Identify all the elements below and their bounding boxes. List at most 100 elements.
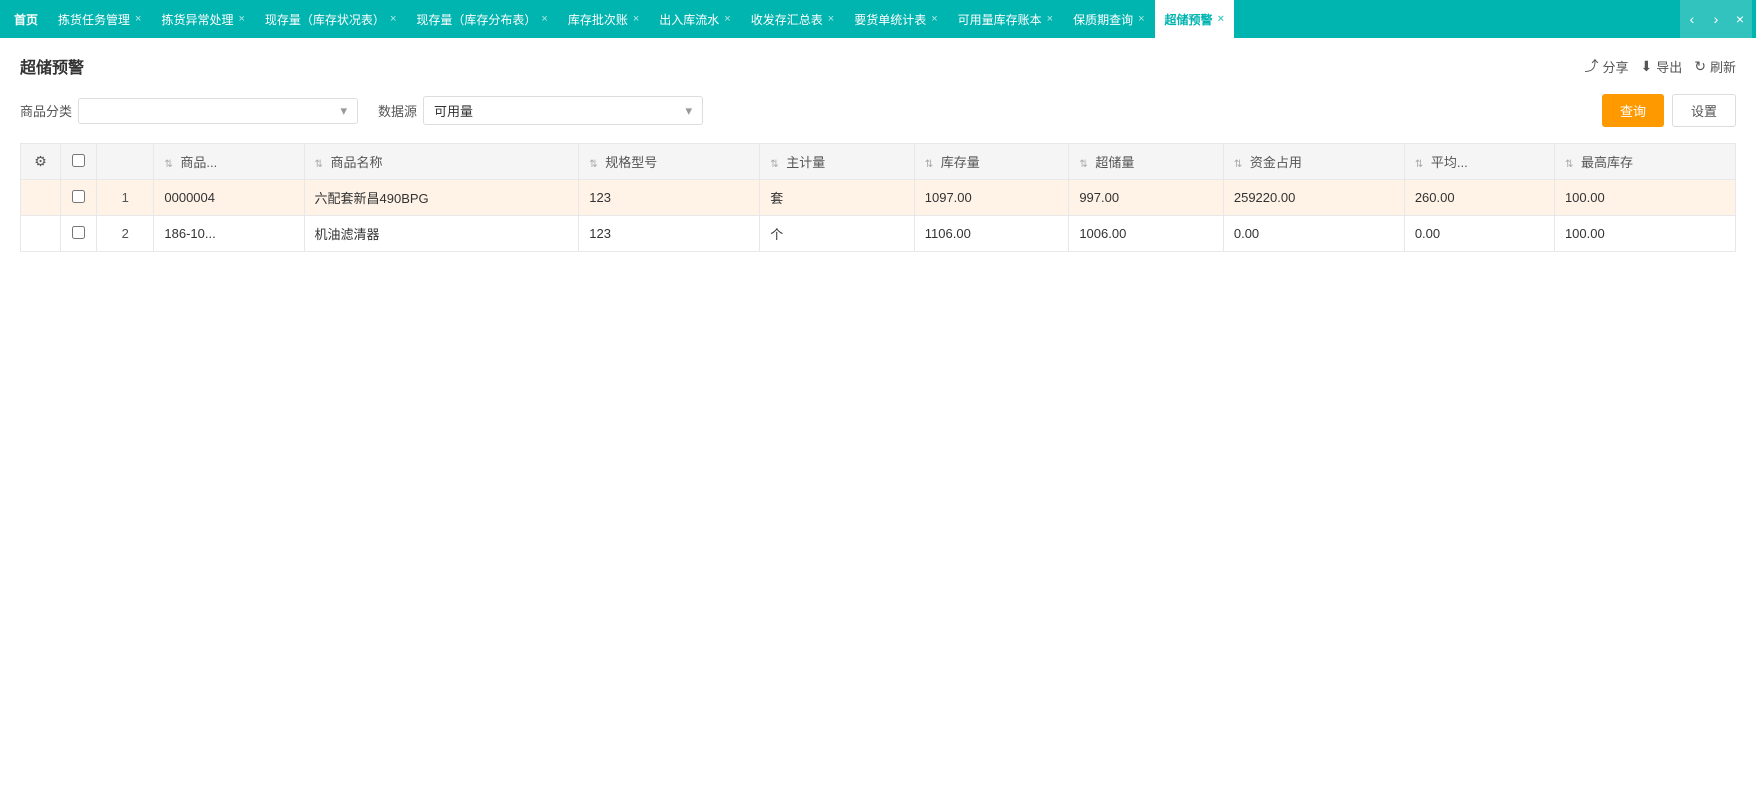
close-icon[interactable]: × — [1138, 13, 1144, 25]
query-button[interactable]: 查询 — [1602, 94, 1664, 127]
table-row: 2 186-10... 机油滤清器 123 个 1106.00 1006.00 … — [21, 216, 1736, 252]
export-label: 导出 — [1656, 57, 1682, 76]
row-number: 1 — [97, 180, 154, 216]
select-all-checkbox[interactable] — [72, 154, 85, 167]
datasource-value: 可用量 — [434, 101, 473, 120]
close-icon[interactable]: × — [828, 13, 834, 25]
export-button[interactable]: ⬇ 导出 — [1641, 57, 1683, 76]
row-unit: 套 — [760, 180, 915, 216]
close-icon[interactable]: × — [135, 13, 141, 25]
sort-icon: ⇅ — [1565, 159, 1573, 170]
nav-tab-avail-stock[interactable]: 可用量库存账本 × — [948, 0, 1063, 38]
nav-tab-avail-stock-label: 可用量库存账本 — [958, 11, 1042, 28]
row-avg: 0.00 — [1404, 216, 1554, 252]
nav-tab-inout-flow[interactable]: 出入库流水 × — [649, 0, 740, 38]
category-select[interactable]: ▾ — [78, 98, 358, 124]
sort-icon: ⇅ — [164, 159, 172, 170]
share-icon: ⤴ — [1584, 56, 1598, 76]
close-icon[interactable]: × — [238, 13, 244, 25]
row-capital-usage: 0.00 — [1223, 216, 1404, 252]
nav-tab-home[interactable]: 首页 — [4, 0, 48, 38]
row-checkbox[interactable] — [72, 190, 85, 203]
nav-tab-recv-send[interactable]: 收发存汇总表 × — [741, 0, 844, 38]
export-icon: ⬇ — [1641, 58, 1653, 75]
row-spec: 123 — [579, 216, 760, 252]
column-settings: ⚙ — [21, 144, 61, 180]
nav-tab-stock-status[interactable]: 现存量（库存状况表） × — [255, 0, 406, 38]
nav-tab-stock-dist-label: 现存量（库存分布表） — [416, 11, 536, 28]
nav-tab-quality[interactable]: 保质期查询 × — [1063, 0, 1154, 38]
column-spec[interactable]: ⇅ 规格型号 — [579, 144, 760, 180]
nav-close-button[interactable]: × — [1728, 0, 1752, 38]
column-stock-qty[interactable]: ⇅ 库存量 — [914, 144, 1069, 180]
nav-tab-overstock[interactable]: 超储预警 × — [1155, 0, 1234, 38]
table-row: 1 0000004 六配套新昌490BPG 123 套 1097.00 997.… — [21, 180, 1736, 216]
close-icon[interactable]: × — [541, 13, 547, 25]
column-capital-usage[interactable]: ⇅ 资金占用 — [1223, 144, 1404, 180]
column-capital-usage-label: 资金占用 — [1250, 155, 1302, 170]
nav-next-button[interactable]: › — [1704, 0, 1728, 38]
close-icon[interactable]: × — [1047, 13, 1053, 25]
page-header: 超储预警 ⤴ 分享 ⬇ 导出 ↻ 刷新 — [20, 54, 1736, 78]
column-spec-label: 规格型号 — [605, 155, 657, 170]
share-label: 分享 — [1602, 57, 1628, 76]
close-icon[interactable]: × — [724, 13, 730, 25]
nav-tab-order-stat[interactable]: 要货单统计表 × — [844, 0, 947, 38]
row-stock-qty: 1097.00 — [914, 180, 1069, 216]
settings-button[interactable]: 设置 — [1672, 94, 1736, 127]
nav-prev-button[interactable]: ‹ — [1680, 0, 1704, 38]
close-icon[interactable]: × — [633, 13, 639, 25]
share-button[interactable]: ⤴ 分享 — [1584, 56, 1628, 76]
sort-icon: ⇅ — [589, 159, 597, 170]
column-product-name[interactable]: ⇅ 商品名称 — [304, 144, 579, 180]
nav-tab-task-mgmt-label: 拣货任务管理 — [58, 11, 130, 28]
nav-tab-order-stat-label: 要货单统计表 — [854, 11, 926, 28]
close-icon[interactable]: × — [390, 13, 396, 25]
close-icon[interactable]: × — [1218, 13, 1224, 25]
column-stock-qty-label: 库存量 — [941, 155, 980, 170]
column-avg-label: 平均... — [1431, 155, 1468, 170]
column-product-code[interactable]: ⇅ 商品... — [154, 144, 304, 180]
refresh-button[interactable]: ↻ 刷新 — [1694, 57, 1736, 76]
column-overstock-qty[interactable]: ⇅ 超储量 — [1069, 144, 1224, 180]
page-content: 超储预警 ⤴ 分享 ⬇ 导出 ↻ 刷新 商品分类 ▾ 数据源 — [0, 38, 1756, 800]
column-checkbox — [61, 144, 97, 180]
nav-tab-quality-label: 保质期查询 — [1073, 11, 1133, 28]
column-max-stock[interactable]: ⇅ 最高库存 — [1554, 144, 1735, 180]
row-max-stock: 100.00 — [1554, 180, 1735, 216]
category-label: 商品分类 — [20, 101, 72, 120]
row-overstock-qty: 997.00 — [1069, 180, 1224, 216]
nav-tab-inout-flow-label: 出入库流水 — [659, 11, 719, 28]
column-avg[interactable]: ⇅ 平均... — [1404, 144, 1554, 180]
filter-actions: 查询 设置 — [1602, 94, 1736, 127]
nav-tab-task-mgmt[interactable]: 拣货任务管理 × — [48, 0, 151, 38]
refresh-icon: ↻ — [1694, 58, 1706, 75]
row-checkbox[interactable] — [72, 226, 85, 239]
table-body: 1 0000004 六配套新昌490BPG 123 套 1097.00 997.… — [21, 180, 1736, 252]
row-number: 2 — [97, 216, 154, 252]
table-header: ⚙ ⇅ 商品... ⇅ 商品名称 ⇅ 规格型号 — [21, 144, 1736, 180]
header-actions: ⤴ 分享 ⬇ 导出 ↻ 刷新 — [1584, 56, 1736, 76]
category-filter-group: 商品分类 ▾ — [20, 98, 358, 124]
gear-icon[interactable]: ⚙ — [34, 153, 47, 169]
row-avg: 260.00 — [1404, 180, 1554, 216]
datasource-label: 数据源 — [378, 101, 417, 120]
nav-tab-stock-dist[interactable]: 现存量（库存分布表） × — [406, 0, 557, 38]
nav-tab-overstock-label: 超储预警 — [1165, 11, 1213, 28]
row-product-name: 机油滤清器 — [304, 216, 579, 252]
row-settings-cell — [21, 216, 61, 252]
sort-icon: ⇅ — [1234, 159, 1242, 170]
chevron-down-icon: ▾ — [686, 103, 693, 119]
row-checkbox-cell[interactable] — [61, 180, 97, 216]
sort-icon: ⇅ — [770, 159, 778, 170]
chevron-down-icon: ▾ — [340, 103, 347, 119]
sort-icon: ⇅ — [315, 159, 323, 170]
column-unit[interactable]: ⇅ 主计量 — [760, 144, 915, 180]
datasource-select[interactable]: 可用量 ▾ — [423, 96, 703, 125]
nav-tab-stock-batch[interactable]: 库存批次账 × — [558, 0, 649, 38]
nav-tab-stock-batch-label: 库存批次账 — [568, 11, 628, 28]
close-icon[interactable]: × — [931, 13, 937, 25]
row-checkbox-cell[interactable] — [61, 216, 97, 252]
nav-tab-abnormal[interactable]: 拣货异常处理 × — [151, 0, 254, 38]
row-product-name: 六配套新昌490BPG — [304, 180, 579, 216]
